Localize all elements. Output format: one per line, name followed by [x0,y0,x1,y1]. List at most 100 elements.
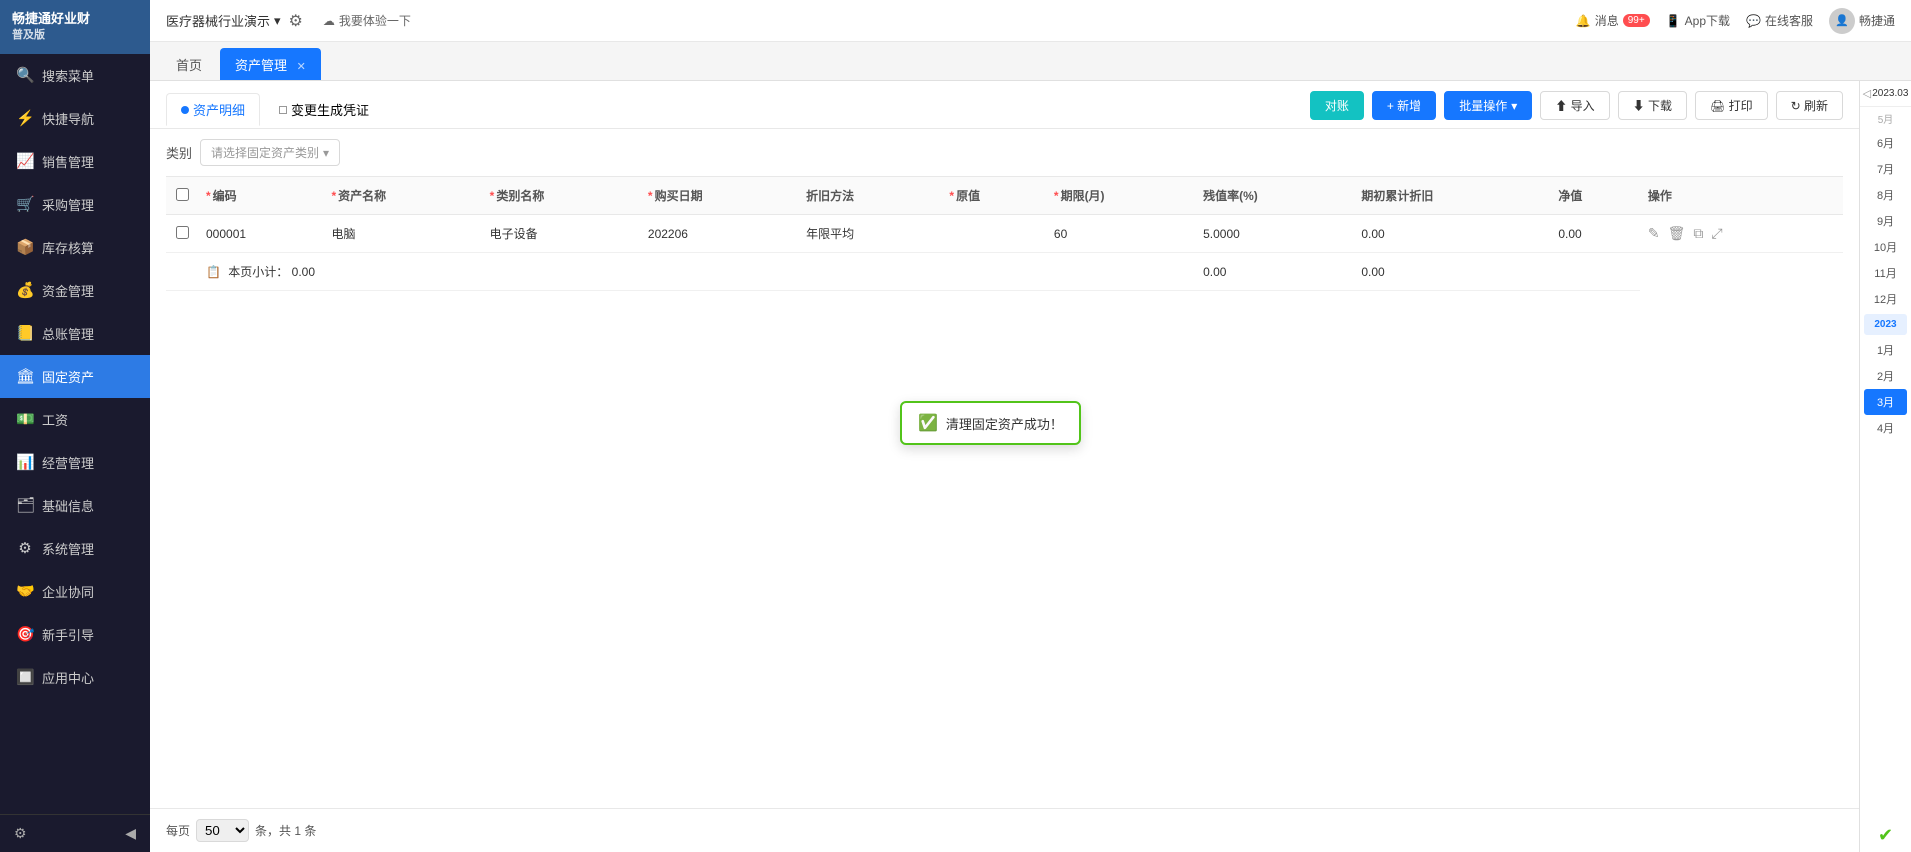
sidebar-item-sales[interactable]: 📈 销售管理 [0,140,150,183]
col-purchase-date: *购买日期 [640,177,798,215]
sidebar-item-label: 应用中心 [42,668,94,687]
refresh-button[interactable]: ↻ 刷新 [1776,91,1843,120]
col-net-value: 净值 [1550,177,1640,215]
sidebar-item-fixed-assets[interactable]: 🏛 固定资产 [0,355,150,398]
month-4[interactable]: 4月 [1860,415,1911,441]
main-content: 医疗器械行业演示 ▾ ⚙ ☁ 我要体验一下 🔔 消息 99+ 📱 App下载 💬… [150,0,1911,852]
copy-icon[interactable]: ⧉ [1693,225,1703,242]
col-period: *期限(月) [1046,177,1195,215]
month-9[interactable]: 9月 [1860,208,1911,234]
sidebar-item-payroll[interactable]: 💵 工资 [0,398,150,441]
fixed-assets-icon: 🏛 [16,367,34,385]
sidebar-item-apps[interactable]: 🔲 应用中心 [0,656,150,699]
month-2[interactable]: 2月 [1860,363,1911,389]
sidebar-item-search[interactable]: 🔍 搜索菜单 [0,54,150,97]
month-10[interactable]: 10月 [1860,234,1911,260]
notifications-btn[interactable]: 🔔 消息 99+ [1576,12,1650,29]
edit-icon[interactable]: ✎ [1648,225,1660,242]
print-button[interactable]: 🖨 打印 [1695,91,1768,120]
more-icon[interactable]: ⤢ [1711,225,1722,242]
user-menu[interactable]: 👤 畅捷通 [1829,8,1895,34]
toast-message: 清理固定资产成功！ [946,414,1063,433]
tabbar: 首页 资产管理 ✕ [150,42,1911,81]
select-all-checkbox[interactable] [176,188,189,201]
download-button[interactable]: ⬇ 下载 [1618,91,1687,120]
col-initial-depr: 期初累计折旧 [1353,177,1550,215]
app-logo: 畅捷通好业财 普及版 [0,0,150,54]
filter-bar: 类别 请选择固定资产类别 ▾ [150,129,1859,176]
select-chevron-icon: ▾ [323,146,329,160]
collab-icon: 🤝 [16,582,34,600]
month-8[interactable]: 8月 [1860,182,1911,208]
cell-purchase-date: 202206 [640,215,798,253]
tab-close-icon[interactable]: ✕ [297,61,306,73]
refresh-icon: ↻ [1791,99,1801,113]
sidebar-item-inventory[interactable]: 📦 库存核算 [0,226,150,269]
voucher-square-icon [279,106,287,114]
sidebar-item-label: 总账管理 [42,324,94,343]
service-icon: 💬 [1746,14,1761,28]
experience-text[interactable]: ☁ 我要体验一下 [323,12,411,29]
app-download-btn[interactable]: 📱 App下载 [1666,12,1730,29]
month-11[interactable]: 11月 [1860,260,1911,286]
sidebar-bottom: ⚙ ◀ [0,814,150,852]
sidebar-item-quicknav[interactable]: ⚡ 快捷导航 [0,97,150,140]
sidebar-item-operations[interactable]: 📊 经营管理 [0,441,150,484]
sidebar-item-ledger[interactable]: 📒 总账管理 [0,312,150,355]
row-checkbox[interactable] [176,226,189,239]
subtab-asset-detail[interactable]: 资产明细 [166,93,260,126]
month-7[interactable]: 7月 [1860,156,1911,182]
subtab-voucher[interactable]: 变更生成凭证 [264,93,384,126]
delete-icon[interactable]: 🗑 [1668,225,1686,242]
sidebar-item-label: 基础信息 [42,496,94,515]
company-selector[interactable]: 医疗器械行业演示 ▾ [166,11,281,30]
tab-asset-management[interactable]: 资产管理 ✕ [220,48,321,80]
chevron-down-icon: ▾ [1511,99,1517,113]
cell-depreciation: 年限平均 [798,215,941,253]
collapse-left-icon[interactable]: ◁ [1863,87,1871,100]
success-icon: ✅ [918,413,938,433]
sidebar-item-system[interactable]: ⚙ 系统管理 [0,527,150,570]
cell-net-value: 0.00 [1550,215,1640,253]
print-icon: 🖨 [1710,99,1725,113]
check-circle-icon[interactable]: ✔ [1878,825,1893,845]
reconcile-button[interactable]: 对账 [1310,91,1364,120]
tab-home[interactable]: 首页 [162,49,216,80]
sidebar-item-finance[interactable]: 💰 资金管理 [0,269,150,312]
per-page-select[interactable]: 50 100 [196,819,249,842]
download-icon: 📱 [1666,14,1681,28]
new-button[interactable]: + 新增 [1372,91,1436,120]
import-button[interactable]: ⬆ 导入 [1540,91,1609,120]
download-file-icon: ⬇ [1633,99,1645,113]
sidebar-item-label: 系统管理 [42,539,94,558]
sidebar-item-guide[interactable]: 🎯 新手引导 [0,613,150,656]
category-select[interactable]: 请选择固定资产类别 ▾ [200,139,340,166]
topbar-right: 🔔 消息 99+ 📱 App下载 💬 在线客服 👤 畅捷通 [1576,8,1895,34]
collapse-icon[interactable]: ◀ [125,825,136,842]
month-6[interactable]: 6月 [1860,130,1911,156]
settings-bottom-icon[interactable]: ⚙ [14,825,27,842]
month-3[interactable]: 3月 [1864,389,1907,415]
online-service-btn[interactable]: 💬 在线客服 [1746,12,1813,29]
sidebar: 畅捷通好业财 普及版 🔍 搜索菜单 ⚡ 快捷导航 📈 销售管理 🛒 采购管理 📦… [0,0,150,852]
sidebar-item-collab[interactable]: 🤝 企业协同 [0,570,150,613]
col-depreciation-method: 折旧方法 [798,177,941,215]
quicknav-icon: ⚡ [16,109,34,127]
subtab-left: 资产明细 变更生成凭证 [166,93,384,126]
col-category: *类别名称 [482,177,640,215]
cloud-icon: ☁ [323,14,335,28]
table-wrap: *编码 *资产名称 *类别名称 *购买日期 折旧方法 *原值 *期限(月) 残值… [150,176,1859,808]
subtab-bar: 资产明细 变更生成凭证 对账 + 新增 批量操作 ▾ ⬆ [150,81,1859,129]
batch-button[interactable]: 批量操作 ▾ [1444,91,1532,120]
subtotal-label: 本页小计： [228,265,288,279]
pagination: 每页 50 100 条，共 1 条 [150,808,1859,852]
month-1[interactable]: 1月 [1860,337,1911,363]
topbar-settings-icon[interactable]: ⚙ [289,11,303,31]
ledger-icon: 📒 [16,324,34,342]
content-main: 资产明细 变更生成凭证 对账 + 新增 批量操作 ▾ ⬆ [150,81,1859,852]
sidebar-item-basic-info[interactable]: 🗂 基础信息 [0,484,150,527]
payroll-icon: 💵 [16,410,34,428]
sidebar-item-purchase[interactable]: 🛒 采购管理 [0,183,150,226]
month-12[interactable]: 12月 [1860,286,1911,312]
subtotal-icon: 📋 [206,265,221,279]
